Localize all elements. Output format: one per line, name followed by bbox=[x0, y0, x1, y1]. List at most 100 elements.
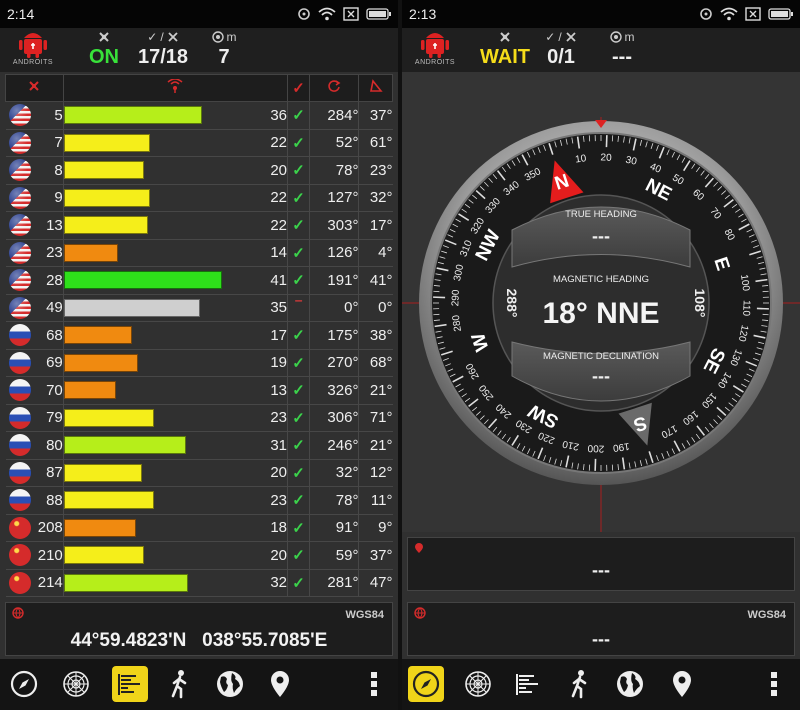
nav-globe[interactable] bbox=[212, 666, 248, 702]
signal-bar bbox=[63, 161, 144, 180]
satellite-azimuth: 126° bbox=[309, 239, 359, 267]
signal-snr: 19 bbox=[260, 349, 288, 377]
magnetic-declination-label: MAGNETIC DECLINATION bbox=[543, 351, 659, 362]
satellite-table: ✓ 5 36 ✓ 284° 37° 7 22 ✓ 52° 61° 8 20 ✓ 78° 23° 9 22 ✓ 127… bbox=[5, 74, 393, 597]
signal-snr: 14 bbox=[260, 239, 288, 267]
satellite-elevation: 17° bbox=[358, 211, 393, 240]
azimuth-header[interactable] bbox=[309, 74, 360, 102]
nav-walking[interactable] bbox=[162, 666, 198, 702]
satellite-row: 8 20 ✓ 78° 23° bbox=[5, 156, 393, 185]
signal-header[interactable] bbox=[62, 74, 289, 102]
nav-walking[interactable] bbox=[562, 666, 598, 702]
check-icon: ✓ bbox=[292, 547, 305, 565]
azimuth-icon bbox=[328, 80, 341, 92]
bars-icon bbox=[516, 674, 538, 695]
sim-off-icon bbox=[745, 7, 761, 21]
signal-bar bbox=[63, 326, 132, 345]
check-icon: ✓ bbox=[292, 464, 305, 482]
flag-ru-icon bbox=[8, 351, 31, 374]
check-icon: ✓ bbox=[292, 217, 305, 235]
gps-status-icon bbox=[700, 8, 712, 20]
wifi-icon bbox=[720, 7, 738, 21]
signal-bar bbox=[63, 408, 154, 427]
elevation-header[interactable] bbox=[358, 74, 393, 102]
globe-nav-icon bbox=[217, 671, 243, 697]
overflow-menu[interactable] bbox=[756, 666, 792, 702]
signal-bar bbox=[63, 298, 200, 317]
app-logo[interactable]: ANDROITS bbox=[10, 30, 56, 70]
flag-ru-icon bbox=[8, 379, 31, 402]
used-header[interactable]: ✓ bbox=[286, 74, 311, 102]
satellite-azimuth: 78° bbox=[309, 156, 359, 185]
signal-snr: 36 bbox=[260, 101, 288, 130]
location-pin-icon bbox=[271, 671, 289, 697]
flag-us-icon bbox=[8, 159, 31, 182]
satellite-prn: 87 bbox=[33, 459, 64, 487]
nav-location[interactable] bbox=[262, 666, 298, 702]
nav-skyview[interactable] bbox=[460, 666, 496, 702]
nav-signal-bars[interactable] bbox=[510, 666, 546, 702]
overflow-menu[interactable] bbox=[356, 666, 392, 702]
used-in-fix: ✓ bbox=[286, 321, 310, 350]
nav-signal-bars[interactable] bbox=[112, 666, 148, 702]
app-logo[interactable]: ANDROITS bbox=[412, 30, 458, 70]
signal-snr: 31 bbox=[260, 431, 288, 460]
satellite-elevation: 4° bbox=[358, 239, 393, 267]
flag-us-icon bbox=[8, 131, 31, 154]
satellite-elevation: 21° bbox=[358, 376, 393, 405]
satellite-azimuth: 91° bbox=[309, 514, 359, 542]
satellite-prn: 13 bbox=[33, 211, 64, 240]
signal-bar-cell bbox=[62, 211, 261, 240]
satellites-in-use: ✓/ 0/1 bbox=[534, 30, 588, 70]
nav-compass[interactable] bbox=[6, 666, 42, 702]
dial-degree-label: 200 bbox=[587, 442, 604, 454]
satellite-prn: 68 bbox=[33, 321, 64, 350]
used-in-fix: ✓ bbox=[286, 156, 310, 185]
satellite-row: 214 32 ✓ 281° 47° bbox=[5, 569, 393, 597]
satellite-prn: 79 bbox=[33, 404, 64, 432]
check-icon: ✓ bbox=[292, 354, 305, 372]
flag-ru-icon bbox=[8, 406, 31, 429]
signal-bar bbox=[63, 216, 148, 235]
target-icon bbox=[211, 31, 224, 43]
dial-degree-label: 110 bbox=[740, 300, 752, 317]
nav-globe[interactable] bbox=[612, 666, 648, 702]
prn-header[interactable] bbox=[5, 74, 64, 102]
magnetic-heading-label: MAGNETIC HEADING bbox=[553, 274, 649, 285]
satellite-elevation: 23° bbox=[358, 156, 393, 185]
satellite-elevation: 38° bbox=[358, 321, 393, 350]
satellite-azimuth: 127° bbox=[309, 184, 359, 212]
used-in-fix: ✓ bbox=[286, 349, 310, 377]
signal-bar-cell bbox=[62, 266, 261, 295]
satellite-azimuth: 270° bbox=[309, 349, 359, 377]
nav-skyview[interactable] bbox=[58, 666, 94, 702]
signal-bar-cell bbox=[62, 239, 261, 267]
satellite-prn: 28 bbox=[33, 266, 64, 295]
signal-snr: 22 bbox=[260, 129, 288, 157]
nav-location[interactable] bbox=[664, 666, 700, 702]
satellite-azimuth: 326° bbox=[309, 376, 359, 405]
flag-ru-icon bbox=[8, 434, 31, 457]
signal-bar bbox=[63, 353, 138, 372]
used-in-fix: ✓ bbox=[286, 211, 310, 240]
not-used-icon: ‾ bbox=[296, 299, 302, 317]
sim-off-icon bbox=[343, 7, 359, 21]
app-logo-text: ANDROITS bbox=[414, 59, 456, 66]
battery-icon bbox=[366, 8, 391, 20]
check-icon: ✓ bbox=[292, 189, 305, 207]
signal-bar bbox=[63, 546, 144, 565]
check-icon: ✓ bbox=[292, 272, 305, 290]
satellite-azimuth: 52° bbox=[309, 129, 359, 157]
status-bar: 2:14 bbox=[0, 0, 398, 28]
dial-degree-label: 290 bbox=[450, 289, 462, 306]
nav-compass[interactable] bbox=[408, 666, 444, 702]
wifi-icon bbox=[318, 7, 336, 21]
satellite-azimuth: 284° bbox=[309, 101, 359, 130]
satellite-row: 68 17 ✓ 175° 38° bbox=[5, 321, 393, 350]
signal-bar bbox=[63, 133, 150, 152]
check-icon: ✓ bbox=[545, 30, 556, 44]
compass-dial: 10 20 304050607080100110120130140150160170… bbox=[402, 117, 800, 532]
flag-us-icon bbox=[8, 241, 31, 264]
speed-panel: --- bbox=[407, 537, 795, 591]
radar-icon bbox=[465, 671, 491, 697]
